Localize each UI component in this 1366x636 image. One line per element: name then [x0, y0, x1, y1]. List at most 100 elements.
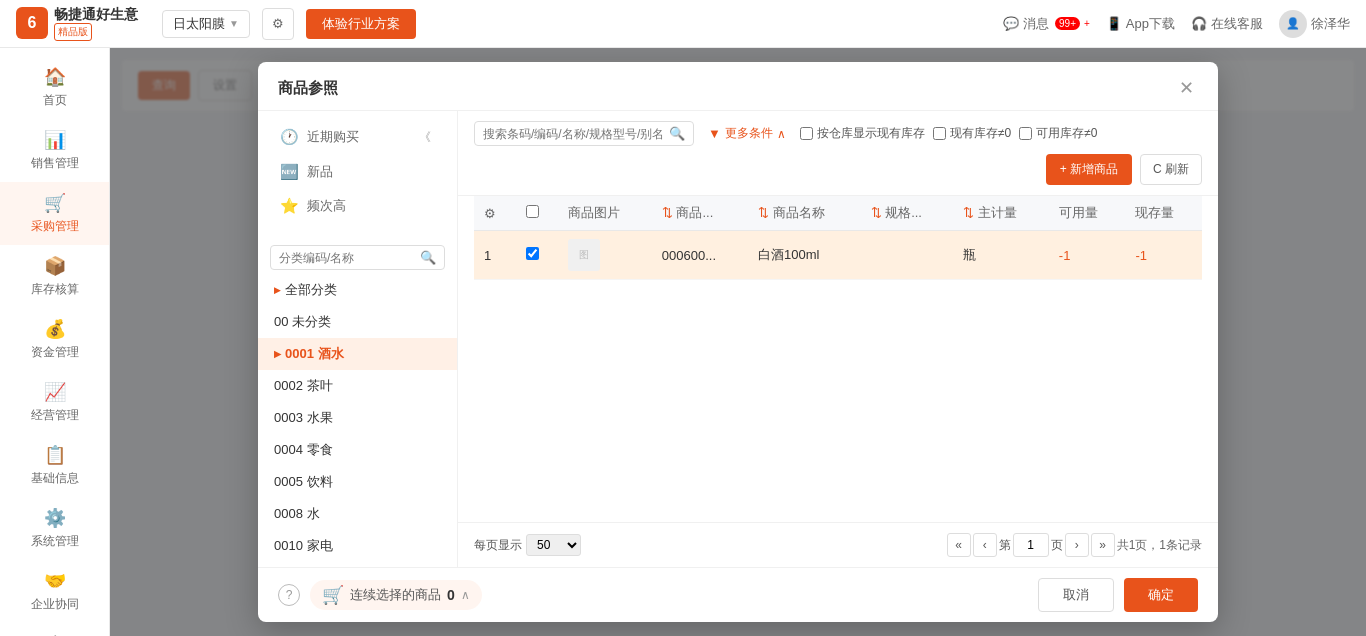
col-spec[interactable]: ⇅ 规格... — [861, 196, 954, 231]
frequent-btn[interactable]: ⭐ 频次高 — [270, 191, 445, 221]
checkbox-available-nonzero[interactable]: 可用库存≠0 — [1019, 125, 1097, 142]
toolbar: 🔍 ▼ 更多条件 ∧ 按仓库显示现有库存 — [458, 111, 1218, 196]
category-search-input[interactable] — [279, 251, 416, 265]
cat-beverages[interactable]: 0005 饮料 — [258, 466, 457, 498]
chevron-down-icon: ▼ — [229, 18, 239, 29]
sidebar-item-purchase[interactable]: 🛒 采购管理 — [0, 182, 109, 245]
product-search-wrap[interactable]: 🔍 — [474, 121, 694, 146]
operations-icon: 📈 — [44, 381, 66, 403]
cat-liquor[interactable]: ▶ 0001 酒水 — [258, 338, 457, 370]
next-page-btn[interactable]: › — [1065, 533, 1089, 557]
cat-snacks[interactable]: 0004 零食 — [258, 434, 457, 466]
cat-all[interactable]: ▶ 全部分类 — [258, 274, 457, 306]
sidebar-item-sales[interactable]: 📊 销售管理 — [0, 119, 109, 182]
page-input[interactable] — [1013, 533, 1049, 557]
app-download-nav[interactable]: 📱 App下载 — [1106, 15, 1175, 33]
table-row[interactable]: 1 图 000600... 白酒100ml 瓶 -1 — [474, 231, 1202, 280]
sidebar-item-system[interactable]: ⚙️ 系统管理 — [0, 497, 109, 560]
sort-icon4: ⇅ — [963, 205, 974, 220]
online-service-nav[interactable]: 🎧 在线客服 — [1191, 15, 1263, 33]
settings-button[interactable]: ⚙ — [262, 8, 294, 40]
category-list: ▶ 全部分类 00 未分类 ▶ 0001 酒水 0002 茶叶 — [258, 274, 457, 567]
message-badge: 99+ — [1055, 17, 1080, 30]
checkbox-stock-nonzero[interactable]: 现有库存≠0 — [933, 125, 1011, 142]
refresh-button[interactable]: C 刷新 — [1140, 154, 1202, 185]
sort-icon2: ⇅ — [758, 205, 769, 220]
sidebar-item-inventory[interactable]: 📦 库存核算 — [0, 245, 109, 308]
last-page-btn[interactable]: » — [1091, 533, 1115, 557]
modal-footer: ? 🛒 连续选择的商品 0 ∧ 取消 确定 — [258, 567, 1218, 622]
row-stock: -1 — [1125, 231, 1202, 280]
category-search-box[interactable]: 🔍 — [270, 245, 445, 270]
select-all-checkbox[interactable] — [526, 205, 539, 218]
recent-purchase-btn[interactable]: 🕐 近期购买 《 — [270, 121, 445, 153]
filter-icon: ▼ — [708, 126, 721, 141]
app-name: 畅捷通好生意 — [54, 6, 138, 23]
row-unit: 瓶 — [953, 231, 1049, 280]
product-search-icon[interactable]: 🔍 — [669, 126, 685, 141]
cart-area[interactable]: 🛒 连续选择的商品 0 ∧ — [310, 580, 482, 610]
trial-button[interactable]: 体验行业方案 — [306, 9, 416, 39]
row-image: 图 — [558, 231, 651, 280]
category-search-icon[interactable]: 🔍 — [420, 250, 436, 265]
enterprise-icon: 🤝 — [44, 570, 66, 592]
sidebar: 🏠 首页 📊 销售管理 🛒 采购管理 📦 库存核算 💰 资金管理 📈 经营管理 … — [0, 48, 110, 636]
user-nav[interactable]: 👤 徐泽华 — [1279, 10, 1350, 38]
product-search-input[interactable] — [483, 127, 665, 141]
row-num: 1 — [474, 231, 516, 280]
cat-tea[interactable]: 0002 茶叶 — [258, 370, 457, 402]
col-code[interactable]: ⇅ 商品... — [652, 196, 748, 231]
sidebar-item-home[interactable]: 🏠 首页 — [0, 56, 109, 119]
col-image: 商品图片 — [558, 196, 651, 231]
cancel-button[interactable]: 取消 — [1038, 578, 1114, 612]
store-selector[interactable]: 日太阳膜 ▼ — [162, 10, 250, 38]
row-checkbox[interactable] — [516, 231, 559, 280]
cart-toggle-icon[interactable]: ∧ — [461, 588, 470, 602]
add-product-button[interactable]: + 新增商品 — [1046, 154, 1132, 185]
cat-fruit[interactable]: 0003 水果 — [258, 402, 457, 434]
col-unit[interactable]: ⇅ 主计量 — [953, 196, 1049, 231]
modal-close-button[interactable]: ✕ — [1174, 76, 1198, 100]
help-button[interactable]: ? — [278, 584, 300, 606]
cat-appliances[interactable]: 0010 家电 — [258, 530, 457, 562]
avatar: 👤 — [1279, 10, 1307, 38]
collapse-icon[interactable]: 《 — [415, 127, 435, 147]
first-page-btn[interactable]: « — [947, 533, 971, 557]
prev-page-btn[interactable]: ‹ — [973, 533, 997, 557]
sidebar-item-basic-info[interactable]: 📋 基础信息 — [0, 434, 109, 497]
checkbox-by-warehouse[interactable]: 按仓库显示现有库存 — [800, 125, 925, 142]
modal-header: 商品参照 ✕ — [258, 62, 1218, 111]
by-warehouse-checkbox[interactable] — [800, 127, 813, 140]
page-size-select: 每页显示 50 10 20 100 — [474, 534, 581, 556]
confirm-button[interactable]: 确定 — [1124, 578, 1198, 612]
sidebar-item-guide[interactable]: 🎓 新手引导 — [0, 623, 109, 636]
col-available: 可用量 — [1049, 196, 1126, 231]
user-icon: 👤 — [1286, 17, 1300, 30]
filter-button[interactable]: ▼ 更多条件 ∧ — [702, 121, 792, 146]
sidebar-item-enterprise[interactable]: 🤝 企业协同 — [0, 560, 109, 623]
new-products-btn[interactable]: 🆕 新品 — [270, 157, 445, 187]
logo-icon: 6 — [16, 7, 48, 39]
content-area: 查询 设置 刷新 商品参照 ✕ 🕐 近期购买 — [110, 48, 1366, 636]
stock-nonzero-checkbox[interactable] — [933, 127, 946, 140]
table-header-row: ⚙ 商品图片 ⇅ 商品... ⇅ 商品名称 ⇅ 规格... ⇅ 主计量 可用量 … — [474, 196, 1202, 231]
product-table: ⚙ 商品图片 ⇅ 商品... ⇅ 商品名称 ⇅ 规格... ⇅ 主计量 可用量 … — [474, 196, 1202, 280]
sales-icon: 📊 — [44, 129, 66, 151]
cat-water[interactable]: 0008 水 — [258, 498, 457, 530]
sidebar-item-operations[interactable]: 📈 经营管理 — [0, 371, 109, 434]
modal-body: 🕐 近期购买 《 🆕 新品 ⭐ 频次高 — [258, 111, 1218, 567]
sort-icon: ⇅ — [662, 205, 673, 220]
clock-icon: 🕐 — [280, 128, 299, 146]
col-name[interactable]: ⇅ 商品名称 — [748, 196, 860, 231]
pagination: 每页显示 50 10 20 100 « ‹ 第 — [458, 522, 1218, 567]
sidebar-item-finance[interactable]: 💰 资金管理 — [0, 308, 109, 371]
triangle-active-icon: ▶ — [274, 349, 281, 359]
modal-title: 商品参照 — [278, 79, 338, 98]
cat-uncategorized[interactable]: 00 未分类 — [258, 306, 457, 338]
per-page-dropdown[interactable]: 50 10 20 100 — [526, 534, 581, 556]
col-settings[interactable]: ⚙ — [474, 196, 516, 231]
available-nonzero-checkbox[interactable] — [1019, 127, 1032, 140]
messages-nav[interactable]: 💬 消息 99+ + — [1003, 15, 1090, 33]
sort-icon3: ⇅ — [871, 205, 882, 220]
purchase-icon: 🛒 — [44, 192, 66, 214]
